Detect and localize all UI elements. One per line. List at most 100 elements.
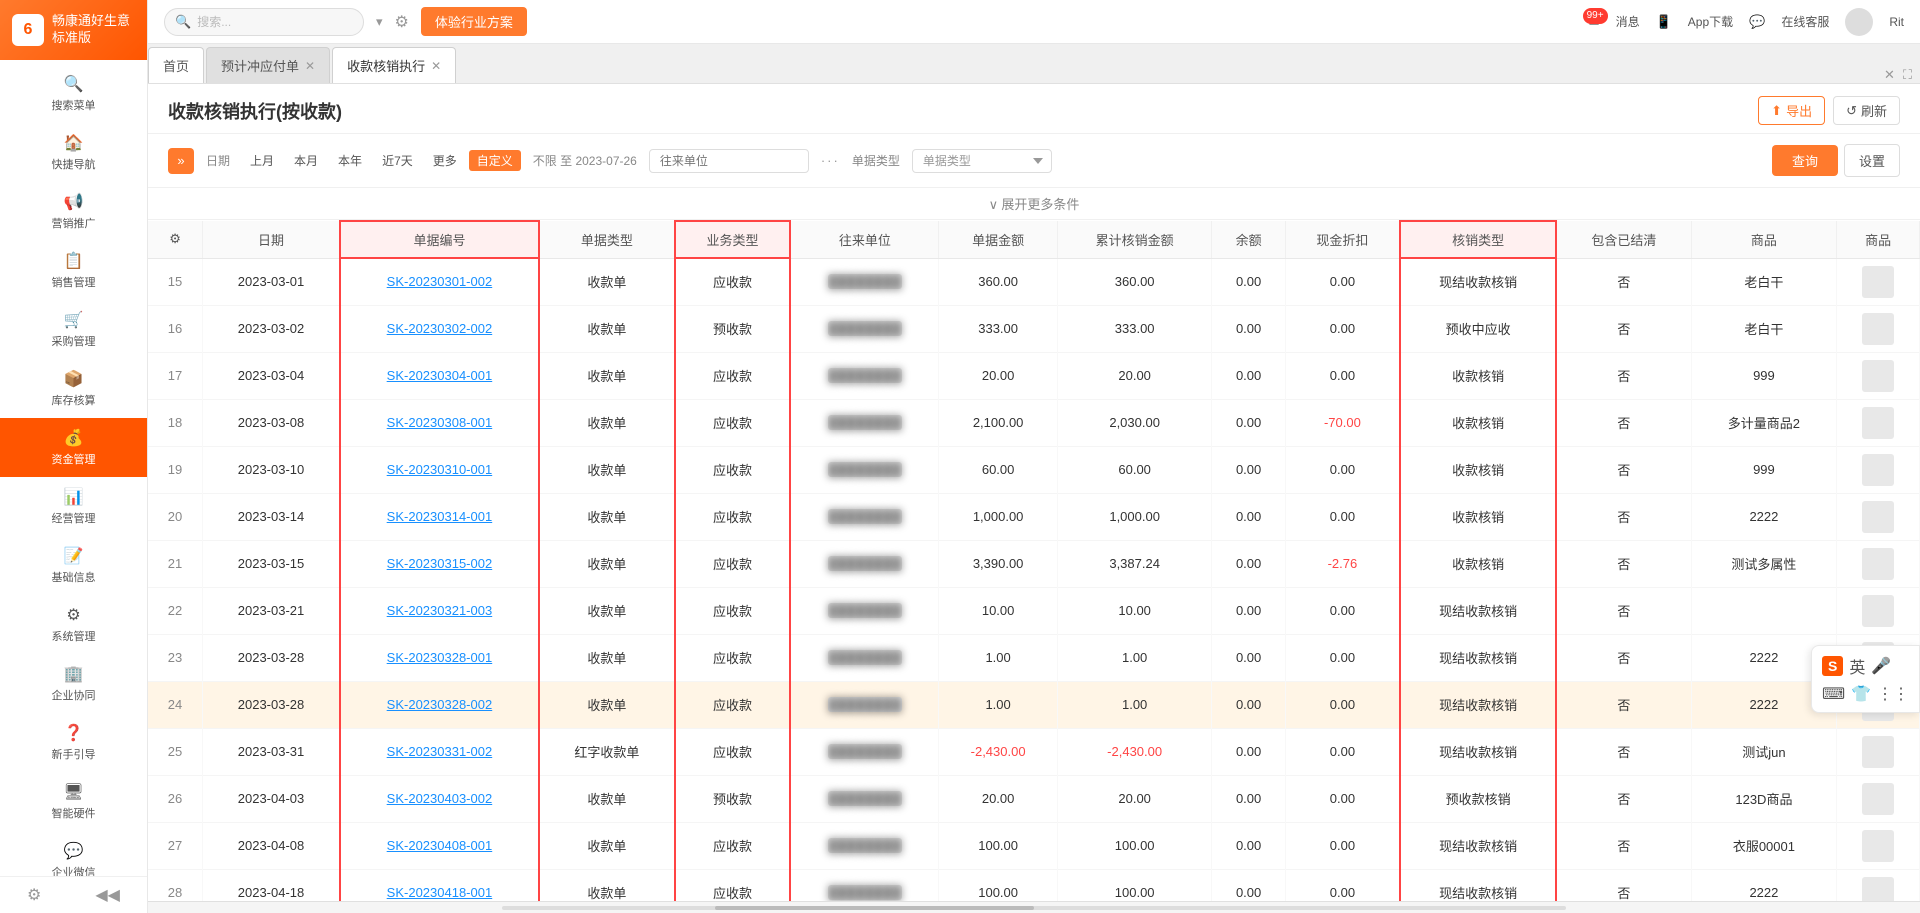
col-doc-type[interactable]: 单据类型 bbox=[539, 221, 675, 258]
col-cumulative[interactable]: 累计核销金额 bbox=[1057, 221, 1212, 258]
float-s-icon[interactable]: S bbox=[1822, 656, 1843, 676]
row-doc-no[interactable]: SK-20230301-002 bbox=[340, 258, 539, 305]
row-doc-no[interactable]: SK-20230315-002 bbox=[340, 540, 539, 587]
float-shirt-icon[interactable]: 👕 bbox=[1851, 684, 1871, 704]
table-row[interactable]: 26 2023-04-03 SK-20230403-002 收款单 预收款 ██… bbox=[148, 775, 1920, 822]
sidebar-item-sales[interactable]: 📋 销售管理 bbox=[0, 241, 147, 300]
sidebar-item-basic[interactable]: 📝 基础信息 bbox=[0, 536, 147, 595]
dropdown-icon[interactable]: ▾ bbox=[376, 14, 383, 30]
tab-collection-close[interactable]: ✕ bbox=[431, 59, 441, 73]
table-row[interactable]: 22 2023-03-21 SK-20230321-003 收款单 应收款 ██… bbox=[148, 587, 1920, 634]
sidebar-item-operations[interactable]: 📊 经营管理 bbox=[0, 477, 147, 536]
row-doc-no[interactable]: SK-20230308-001 bbox=[340, 399, 539, 446]
row-cancel-type: 收款核销 bbox=[1400, 540, 1556, 587]
row-goods-img bbox=[1837, 493, 1920, 540]
sidebar-item-shortcut[interactable]: 🏠 快捷导航 bbox=[0, 123, 147, 182]
float-grid-icon[interactable]: ⋮⋮ bbox=[1877, 684, 1909, 704]
row-doc-no[interactable]: SK-20230328-001 bbox=[340, 634, 539, 681]
sidebar-item-search[interactable]: 🔍 搜索菜单 bbox=[0, 64, 147, 123]
tab-prepay[interactable]: 预计冲应付单 ✕ bbox=[206, 47, 330, 83]
sidebar-item-marketing[interactable]: 📢 营销推广 bbox=[0, 182, 147, 241]
expand-conditions-bar[interactable]: ∨ 展开更多条件 bbox=[148, 188, 1920, 220]
table-row[interactable]: 19 2023-03-10 SK-20230310-001 收款单 应收款 ██… bbox=[148, 446, 1920, 493]
float-mic-icon[interactable]: 🎤 bbox=[1871, 656, 1891, 676]
service-label[interactable]: 在线客服 bbox=[1781, 13, 1829, 30]
col-gear[interactable]: ⚙ bbox=[148, 221, 203, 258]
row-doc-no[interactable]: SK-20230328-002 bbox=[340, 681, 539, 728]
col-counterpart[interactable]: 往来单位 bbox=[790, 221, 939, 258]
tab-prepay-close[interactable]: ✕ bbox=[305, 59, 315, 73]
filter-toggle-btn[interactable]: » bbox=[168, 148, 194, 174]
tab-collection[interactable]: 收款核销执行 ✕ bbox=[332, 47, 456, 83]
app-label[interactable]: App下载 bbox=[1688, 13, 1733, 30]
row-doc-no[interactable]: SK-20230408-001 bbox=[340, 822, 539, 869]
doc-type-select[interactable]: 单据类型 bbox=[912, 149, 1052, 173]
message-icon-wrap[interactable]: ✉ 99+ bbox=[1589, 14, 1600, 30]
gear-icon[interactable]: ⚙ bbox=[395, 12, 409, 32]
table-row[interactable]: 20 2023-03-14 SK-20230314-001 收款单 应收款 ██… bbox=[148, 493, 1920, 540]
date-opt-custom[interactable]: 自定义 bbox=[469, 150, 521, 171]
sidebar-item-finance[interactable]: 💰 资金管理 bbox=[0, 418, 147, 477]
row-doc-no[interactable]: SK-20230310-001 bbox=[340, 446, 539, 493]
row-doc-no[interactable]: SK-20230302-002 bbox=[340, 305, 539, 352]
row-num: 26 bbox=[148, 775, 203, 822]
date-opt-this-month[interactable]: 本月 bbox=[286, 150, 326, 171]
search-box[interactable]: 🔍 搜索... bbox=[164, 8, 364, 36]
industry-btn[interactable]: 体验行业方案 bbox=[421, 7, 527, 36]
float-text-icon[interactable]: 英 bbox=[1849, 654, 1865, 678]
export-button[interactable]: ⬆ 导出 bbox=[1758, 96, 1825, 125]
col-balance[interactable]: 余额 bbox=[1212, 221, 1285, 258]
table-row[interactable]: 17 2023-03-04 SK-20230304-001 收款单 应收款 ██… bbox=[148, 352, 1920, 399]
table-row[interactable]: 16 2023-03-02 SK-20230302-002 收款单 预收款 ██… bbox=[148, 305, 1920, 352]
shortcut-icon: 🏠 bbox=[64, 133, 84, 153]
query-button[interactable]: 查询 bbox=[1772, 145, 1838, 176]
collapse-icon[interactable]: ◀◀ bbox=[95, 885, 120, 905]
table-row[interactable]: 24 2023-03-28 SK-20230328-002 收款单 应收款 ██… bbox=[148, 681, 1920, 728]
counterpart-input[interactable] bbox=[649, 149, 809, 173]
row-discount: 0.00 bbox=[1285, 775, 1400, 822]
date-opt-last-month[interactable]: 上月 bbox=[242, 150, 282, 171]
table-row[interactable]: 15 2023-03-01 SK-20230301-002 收款单 应收款 ██… bbox=[148, 258, 1920, 305]
col-goods2[interactable]: 商品 bbox=[1837, 221, 1920, 258]
row-doc-no[interactable]: SK-20230418-001 bbox=[340, 869, 539, 901]
col-doc-no[interactable]: 单据编号 bbox=[340, 221, 539, 258]
refresh-button[interactable]: ↺ 刷新 bbox=[1833, 96, 1900, 125]
float-keyboard-icon[interactable]: ⌨ bbox=[1822, 684, 1845, 704]
date-opt-this-year[interactable]: 本年 bbox=[330, 150, 370, 171]
date-opt-more[interactable]: 更多 bbox=[425, 150, 465, 171]
settings-icon[interactable]: ⚙ bbox=[27, 885, 41, 905]
row-doc-type: 收款单 bbox=[539, 305, 675, 352]
date-opt-7days[interactable]: 近7天 bbox=[374, 150, 421, 171]
sidebar-item-guide[interactable]: ❓ 新手引导 bbox=[0, 713, 147, 772]
col-cancel-type[interactable]: 核销类型 bbox=[1400, 221, 1556, 258]
table-row[interactable]: 23 2023-03-28 SK-20230328-001 收款单 应收款 ██… bbox=[148, 634, 1920, 681]
col-goods[interactable]: 商品 bbox=[1691, 221, 1837, 258]
table-row[interactable]: 28 2023-04-18 SK-20230418-001 收款单 应收款 ██… bbox=[148, 869, 1920, 901]
row-doc-no[interactable]: SK-20230314-001 bbox=[340, 493, 539, 540]
sidebar-item-wechat[interactable]: 💬 企业微信 bbox=[0, 831, 147, 876]
row-doc-no[interactable]: SK-20230321-003 bbox=[340, 587, 539, 634]
row-doc-no[interactable]: SK-20230304-001 bbox=[340, 352, 539, 399]
tab-home[interactable]: 首页 bbox=[148, 47, 204, 83]
col-include-settled[interactable]: 包含已结清 bbox=[1556, 221, 1691, 258]
maximize-icon[interactable]: ⛶ bbox=[1903, 67, 1912, 83]
table-row[interactable]: 27 2023-04-08 SK-20230408-001 收款单 应收款 ██… bbox=[148, 822, 1920, 869]
sidebar-item-purchase[interactable]: 🛒 采购管理 bbox=[0, 300, 147, 359]
sidebar-item-system[interactable]: ⚙ 系统管理 bbox=[0, 595, 147, 654]
table-settings-button[interactable]: 设置 bbox=[1844, 144, 1900, 177]
sidebar-item-hardware[interactable]: 🖥 智能硬件 bbox=[0, 772, 147, 831]
col-date[interactable]: 日期 bbox=[203, 221, 340, 258]
col-discount[interactable]: 现金折扣 bbox=[1285, 221, 1400, 258]
row-date: 2023-03-08 bbox=[203, 399, 340, 446]
row-doc-no[interactable]: SK-20230403-002 bbox=[340, 775, 539, 822]
table-row[interactable]: 21 2023-03-15 SK-20230315-002 收款单 应收款 ██… bbox=[148, 540, 1920, 587]
close-window-icon[interactable]: ✕ bbox=[1884, 67, 1895, 83]
sidebar-item-enterprise[interactable]: 🏢 企业协同 bbox=[0, 654, 147, 713]
row-doc-no[interactable]: SK-20230331-002 bbox=[340, 728, 539, 775]
table-row[interactable]: 18 2023-03-08 SK-20230308-001 收款单 应收款 ██… bbox=[148, 399, 1920, 446]
col-biz-type[interactable]: 业务类型 bbox=[675, 221, 791, 258]
col-amount[interactable]: 单据金额 bbox=[939, 221, 1058, 258]
user-avatar[interactable] bbox=[1845, 8, 1873, 36]
sidebar-item-inventory[interactable]: 📦 库存核算 bbox=[0, 359, 147, 418]
table-row[interactable]: 25 2023-03-31 SK-20230331-002 红字收款单 应收款 … bbox=[148, 728, 1920, 775]
